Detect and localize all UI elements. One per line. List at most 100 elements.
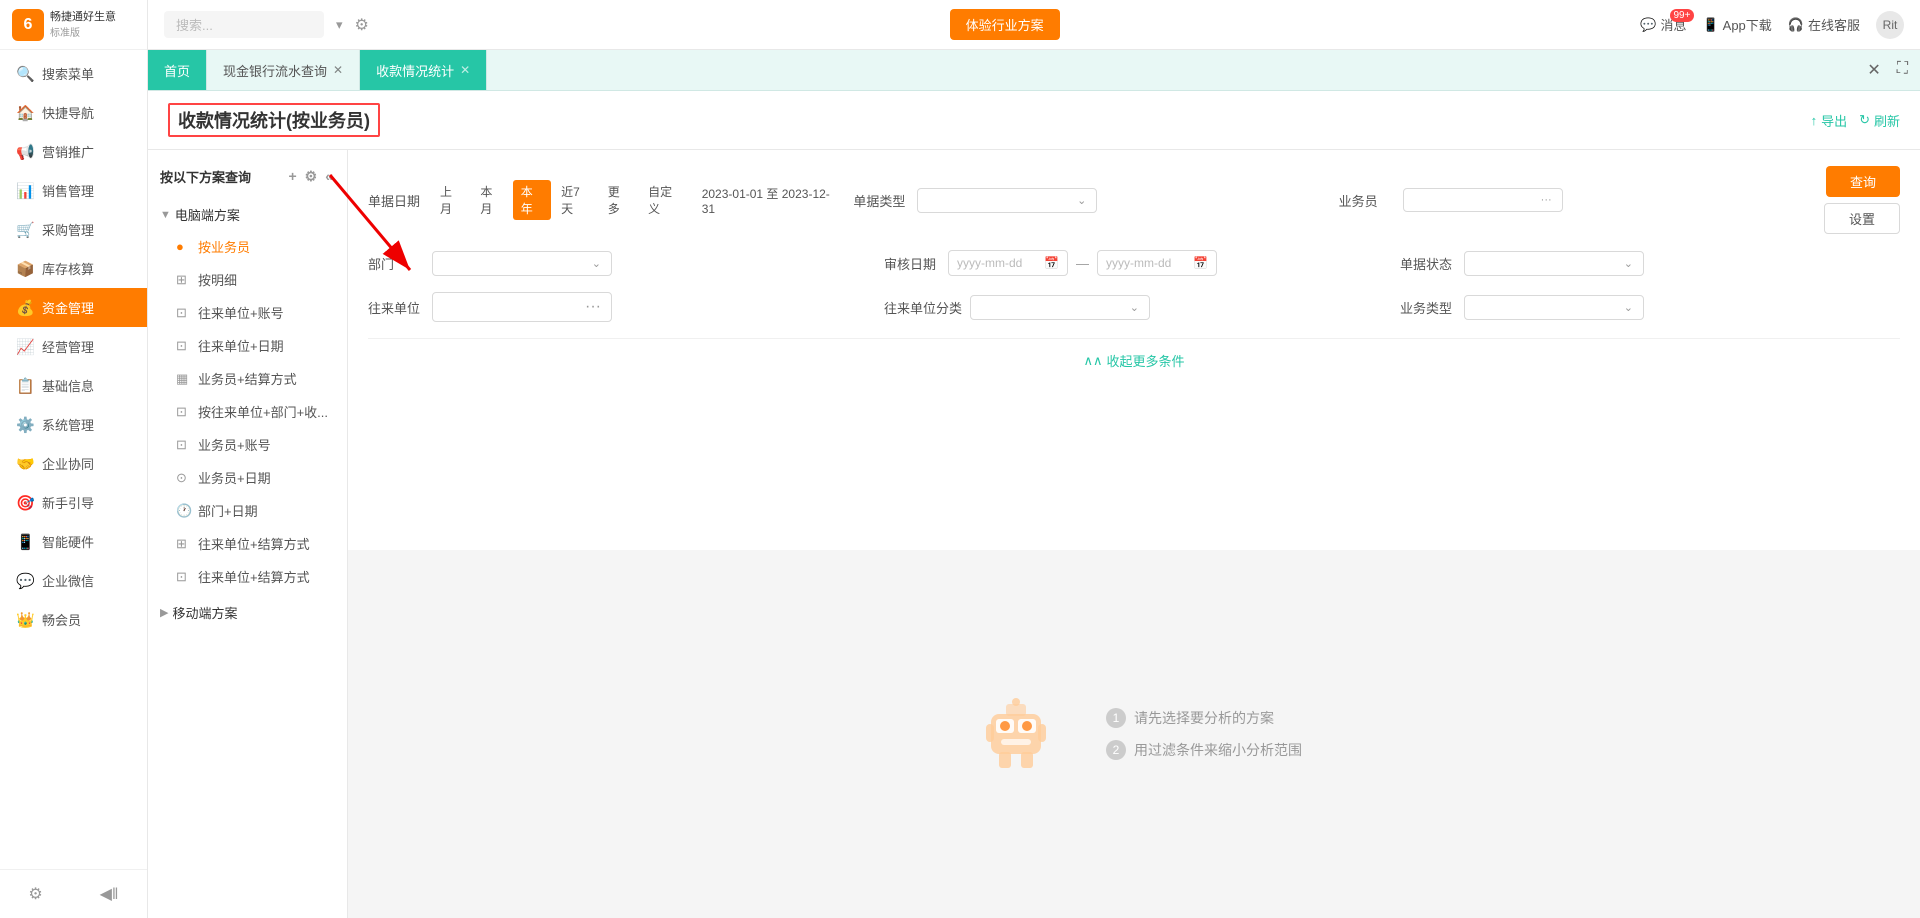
scheme-item-salesperson-date[interactable]: ⊙ 业务员+日期: [148, 461, 347, 494]
scheme-collapse-btn[interactable]: «: [323, 166, 335, 187]
business-type-select[interactable]: ⌄: [1464, 295, 1644, 320]
scheme-group-mobile-header[interactable]: ▶ 移动端方案: [148, 597, 347, 628]
date-tab-this-month[interactable]: 本月: [472, 180, 510, 220]
scheme-settings-btn[interactable]: ⚙: [303, 166, 320, 187]
sidebar-item-operation[interactable]: 📈 经营管理: [0, 327, 147, 366]
filter-row-2: 部门 ⌄ 审核日期: [368, 250, 1900, 276]
filter-date-item: 单据日期 上月 本月 本年 近7天 更多 自定义 20: [368, 180, 837, 220]
sidebar-item-wechat[interactable]: 💬 企业微信: [0, 561, 147, 600]
scheme-item-partner-date[interactable]: ⊡ 往来单位+日期: [148, 329, 347, 362]
date-separator: —: [1072, 256, 1093, 271]
sidebar-item-guide[interactable]: 🎯 新手引导: [0, 483, 147, 522]
partner-settlement1-icon: ⊞: [176, 536, 192, 552]
tip-num-1: 1: [1106, 708, 1126, 728]
partner-select[interactable]: ···: [432, 292, 612, 322]
date-tab-this-year[interactable]: 本年: [513, 180, 551, 220]
scheme-item-salesperson-label: 按业务员: [198, 237, 250, 256]
sidebar-item-sales[interactable]: 📊 销售管理: [0, 171, 147, 210]
main-area: 搜索... ▾ ⚙ 体验行业方案 💬 消息 99+ 📱 App下载 🎧 在线客服: [148, 0, 1920, 918]
sidebar-item-quick-nav[interactable]: 🏠 快捷导航: [0, 93, 147, 132]
tip-text-2: 用过滤条件来缩小分析范围: [1134, 740, 1302, 760]
date-tab-last-month[interactable]: 上月: [432, 180, 470, 220]
topbar-settings-icon[interactable]: ⚙: [355, 15, 369, 35]
tab-collection-stats[interactable]: 收款情况统计 ✕: [360, 50, 487, 90]
partner-more-icon[interactable]: ···: [585, 298, 601, 316]
sidebar-item-label-inventory: 库存核算: [42, 259, 94, 278]
docstatus-select[interactable]: ⌄: [1464, 251, 1644, 276]
tab-expand-btn[interactable]: ⛶: [1893, 56, 1912, 84]
scheme-item-partner-account[interactable]: ⊡ 往来单位+账号: [148, 296, 347, 329]
scheme-group-pc-header[interactable]: ▼ 电脑端方案: [148, 199, 347, 230]
date-tab-last7[interactable]: 近7天: [553, 180, 598, 220]
online-service-btn[interactable]: 🎧 在线客服: [1788, 15, 1860, 34]
sidebar-item-label-operation: 经营管理: [42, 337, 94, 356]
filter-settings-btn[interactable]: 设置: [1824, 203, 1900, 234]
partner-class-select[interactable]: ⌄: [970, 295, 1150, 320]
detail-icon: ⊞: [176, 272, 192, 288]
collapse-bar[interactable]: ∧∧ 收起更多条件: [368, 338, 1900, 382]
query-btn[interactable]: 查询: [1826, 166, 1900, 197]
tab-home[interactable]: 首页: [148, 50, 207, 90]
scheme-item-salesperson-settlement[interactable]: ▦ 业务员+结算方式: [148, 362, 347, 395]
topbar: 搜索... ▾ ⚙ 体验行业方案 💬 消息 99+ 📱 App下载 🎧 在线客服: [148, 0, 1920, 50]
dept-select[interactable]: ⌄: [432, 251, 612, 276]
date-range-display: 2023-01-01 至 2023-12-31: [702, 185, 838, 216]
app-download-btn[interactable]: 📱 App下载: [1702, 15, 1771, 34]
sidebar-item-label-hardware: 智能硬件: [42, 532, 94, 551]
sidebar-item-marketing[interactable]: 📢 营销推广: [0, 132, 147, 171]
docstatus-label: 单据状态: [1400, 254, 1456, 273]
scheme-item-dept-date[interactable]: 🕐 部门+日期: [148, 494, 347, 527]
tab-bank-flow-close[interactable]: ✕: [333, 63, 343, 77]
user-avatar[interactable]: Rit: [1876, 11, 1904, 39]
member-icon: 👑: [16, 611, 34, 629]
tab-close-all-btn[interactable]: ✕: [1863, 56, 1884, 84]
scheme-item-salesperson-settlement-label: 业务员+结算方式: [198, 369, 297, 388]
sidebar-item-search[interactable]: 🔍 搜索菜单: [0, 54, 147, 93]
tab-home-label: 首页: [164, 61, 190, 80]
scheme-add-btn[interactable]: +: [286, 166, 298, 187]
sidebar-item-hardware[interactable]: 📱 智能硬件: [0, 522, 147, 561]
sidebar-item-system[interactable]: ⚙️ 系统管理: [0, 405, 147, 444]
sidebar-item-enterprise[interactable]: 🤝 企业协同: [0, 444, 147, 483]
scheme-item-salesperson-account[interactable]: ⊡ 业务员+账号: [148, 428, 347, 461]
topbar-dropdown-icon[interactable]: ▾: [336, 17, 343, 33]
sidebar-item-purchase[interactable]: 🛒 采购管理: [0, 210, 147, 249]
filter-row-actions: 查询 设置: [1824, 166, 1900, 234]
tab-bank-flow[interactable]: 现金银行流水查询 ✕: [207, 50, 360, 90]
date-tab-custom[interactable]: 自定义: [640, 180, 690, 220]
page-header-actions: ↑ 导出 ↻ 刷新: [1811, 111, 1900, 130]
collapse-up-icon: ∧∧: [1083, 353, 1102, 369]
tab-collection-stats-close[interactable]: ✕: [460, 63, 470, 77]
export-btn[interactable]: ↑ 导出: [1811, 111, 1848, 130]
scheme-item-by-salesperson[interactable]: ● 按业务员: [148, 230, 347, 263]
notification-btn[interactable]: 💬 消息 99+: [1640, 15, 1686, 34]
review-date-from-input[interactable]: yyyy-mm-dd 📅: [948, 250, 1068, 276]
marketing-icon: 📢: [16, 143, 34, 161]
scheme-item-partner-settlement2[interactable]: ⊡ 往来单位+结算方式: [148, 560, 347, 593]
sidebar-item-basic[interactable]: 📋 基础信息: [0, 366, 147, 405]
scheme-item-partner-date-label: 往来单位+日期: [198, 336, 284, 355]
topbar-right: 💬 消息 99+ 📱 App下载 🎧 在线客服 Rit: [1640, 11, 1904, 39]
scheme-item-detail-label: 按明细: [198, 270, 237, 289]
sidebar-settings-btn[interactable]: ⚙: [22, 878, 48, 910]
sidebar-item-inventory[interactable]: 📦 库存核算: [0, 249, 147, 288]
scheme-item-by-partner-dept[interactable]: ⊡ 按往来单位+部门+收...: [148, 395, 347, 428]
tabbar-right: ✕ ⛶: [1863, 56, 1920, 84]
sidebar-item-finance[interactable]: 💰 资金管理: [0, 288, 147, 327]
date-label: 单据日期: [368, 191, 424, 210]
sidebar-item-label-marketing: 营销推广: [42, 142, 94, 161]
refresh-btn[interactable]: ↻ 刷新: [1859, 111, 1900, 130]
trial-industry-btn[interactable]: 体验行业方案: [950, 9, 1060, 40]
scheme-item-by-detail[interactable]: ⊞ 按明细: [148, 263, 347, 296]
salesperson-control: ···: [1403, 188, 1808, 212]
date-tab-more[interactable]: 更多: [600, 180, 638, 220]
salesperson-select[interactable]: ···: [1403, 188, 1563, 212]
sidebar-collapse-btn[interactable]: ◀‖: [94, 878, 125, 910]
topbar-search-box[interactable]: 搜索...: [164, 11, 324, 38]
scheme-item-partner-settlement1[interactable]: ⊞ 往来单位+结算方式: [148, 527, 347, 560]
review-date-to-input[interactable]: yyyy-mm-dd 📅: [1097, 250, 1217, 276]
sidebar-item-member[interactable]: 👑 畅会员: [0, 600, 147, 639]
notification-badge: 99+: [1670, 9, 1695, 22]
doctype-select[interactable]: ⌄: [917, 188, 1097, 213]
sidebar-nav: 🔍 搜索菜单 🏠 快捷导航 📢 营销推广 📊 销售管理 🛒 采购管理 📦 库存核…: [0, 50, 147, 869]
